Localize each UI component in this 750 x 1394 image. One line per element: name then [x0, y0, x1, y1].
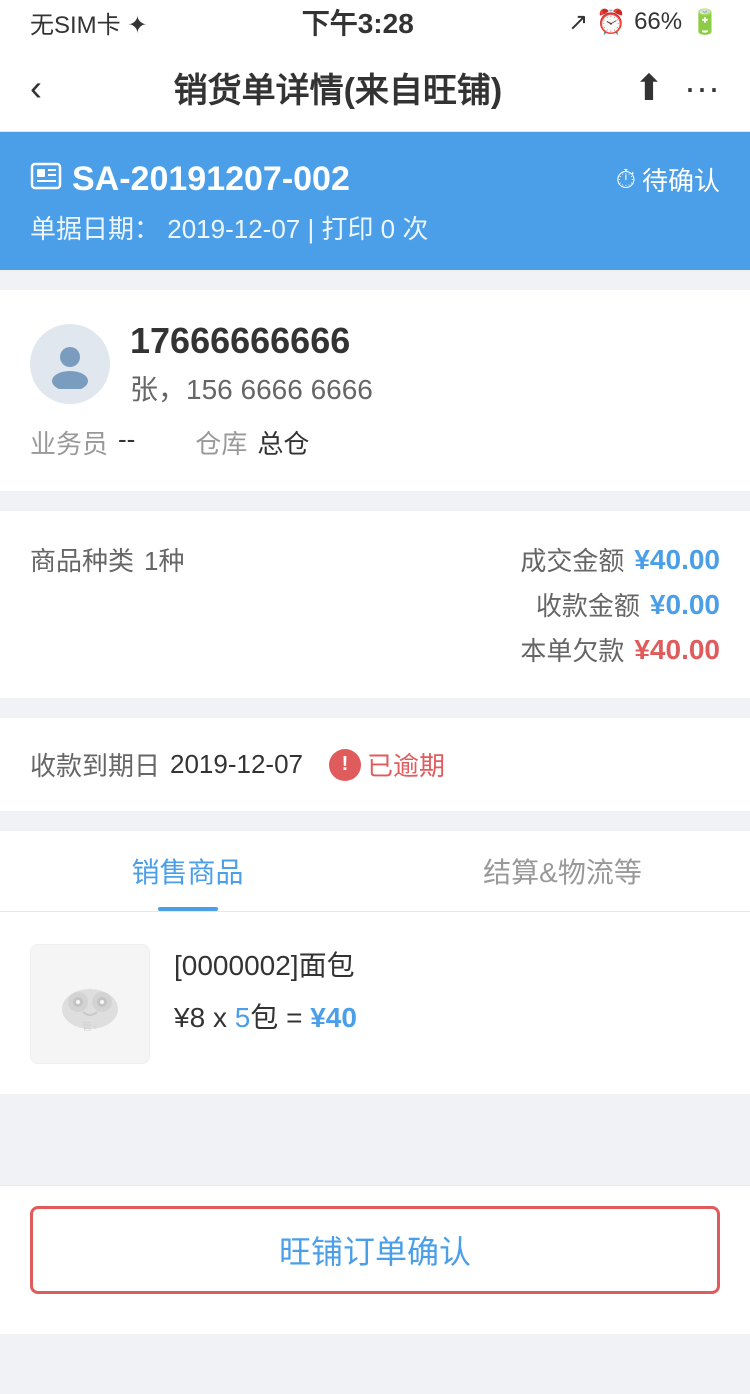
battery-icon: 🔋	[690, 8, 720, 37]
customer-phone: 17666666666	[130, 320, 373, 362]
customer-section: 17666666666 张，156 6666 6666 业务员 -- 仓库 总仓	[0, 290, 750, 491]
summary-right: 成交金额 ¥40.00 收款金额 ¥0.00 本单欠款 ¥40.00	[520, 541, 720, 668]
product-type-label: 商品种类	[30, 541, 134, 578]
bottom-bar: 旺铺订单确认	[0, 1185, 750, 1334]
deal-amount-label: 成交金额	[520, 541, 624, 578]
order-status: ⏱ 待确认	[616, 161, 720, 198]
location-icon: ↗	[568, 8, 588, 37]
product-name: [0000002]面包	[174, 944, 720, 984]
warehouse: 仓库 总仓	[195, 424, 309, 461]
order-header: SA-20191207-002 ⏱ 待确认 单据日期： 2019-12-07 |…	[0, 132, 750, 270]
sales-person: 业务员 --	[30, 424, 135, 461]
product-info: [0000002]面包 ¥8 x 5包 = ¥40	[174, 944, 720, 1036]
product-thumbnail: 管+	[30, 944, 150, 1064]
deal-amount-row: 成交金额 ¥40.00	[520, 541, 720, 578]
summary-left: 商品种类 1种	[30, 541, 184, 578]
product-item: 管+ [0000002]面包 ¥8 x 5包 = ¥40	[0, 914, 750, 1094]
status-bar: 无SIM卡 ✦ 下午3:28 ↗ ⏰ 66% 🔋	[0, 0, 750, 44]
nav-bar: ‹ 销货单详情(来自旺铺) ⬆ ···	[0, 44, 750, 132]
svg-text:管+: 管+	[82, 1020, 98, 1033]
tabs-header: 销售商品 结算&物流等	[0, 831, 750, 912]
overdue-badge: ! 已逾期	[329, 746, 445, 783]
status-time: 下午3:28	[302, 2, 414, 42]
nav-left[interactable]: ‹	[30, 67, 42, 109]
clock-icon: ⏱	[616, 164, 636, 196]
order-id-icon	[30, 160, 62, 199]
tab-sales-products[interactable]: 销售商品	[0, 831, 375, 911]
product-qty: 5	[235, 1002, 251, 1033]
owed-amount-row: 本单欠款 ¥40.00	[520, 631, 720, 668]
received-amount-value: ¥0.00	[650, 589, 720, 621]
received-amount-label: 收款金额	[536, 586, 640, 623]
order-id-row: SA-20191207-002 ⏱ 待确认	[30, 160, 720, 199]
due-date-label: 收款到期日	[30, 746, 160, 783]
warehouse-value: 总仓	[257, 424, 309, 461]
overdue-text: 已逾期	[367, 746, 445, 783]
customer-meta: 业务员 -- 仓库 总仓	[30, 424, 720, 461]
sales-value: --	[118, 424, 135, 461]
owed-amount-label: 本单欠款	[520, 631, 624, 668]
status-right: ↗ ⏰ 66% 🔋	[568, 8, 720, 37]
customer-name: 张，156 6666 6666	[130, 368, 373, 408]
deal-amount-value: ¥40.00	[634, 544, 720, 576]
sales-label: 业务员	[30, 424, 108, 461]
confirm-order-button[interactable]: 旺铺订单确认	[30, 1206, 720, 1294]
due-section: 收款到期日 2019-12-07 ! 已逾期	[0, 718, 750, 811]
status-left: 无SIM卡 ✦	[30, 5, 147, 40]
owed-amount-value: ¥40.00	[634, 634, 720, 666]
summary-section: 商品种类 1种 成交金额 ¥40.00 收款金额 ¥0.00 本单欠款 ¥40.…	[0, 511, 750, 698]
customer-avatar	[30, 324, 110, 404]
customer-info: 17666666666 张，156 6666 6666	[130, 320, 373, 408]
order-date: 单据日期： 2019-12-07 | 打印 0 次	[30, 209, 720, 246]
product-total: ¥40	[310, 1002, 357, 1033]
product-type-value: 1种	[144, 541, 184, 578]
tab-settlement-logistics[interactable]: 结算&物流等	[375, 831, 750, 911]
overdue-icon: !	[329, 749, 361, 781]
order-id: SA-20191207-002	[30, 160, 350, 199]
back-button[interactable]: ‹	[30, 67, 42, 109]
warehouse-label: 仓库	[195, 424, 247, 461]
due-date-value: 2019-12-07	[170, 749, 303, 780]
tabs-section: 销售商品 结算&物流等 管+ [0000002]面包	[0, 831, 750, 1094]
customer-row: 17666666666 张，156 6666 6666	[30, 320, 720, 408]
nav-title: 销货单详情(来自旺铺)	[174, 63, 503, 112]
sim-status: 无SIM卡 ✦	[30, 5, 147, 40]
battery-level: 66%	[634, 8, 682, 36]
received-amount-row: 收款金额 ¥0.00	[536, 586, 720, 623]
nav-right[interactable]: ⬆ ···	[634, 67, 720, 109]
alarm-icon: ⏰	[596, 8, 626, 37]
product-type-item: 商品种类 1种	[30, 541, 184, 578]
product-price: ¥8 x 5包 = ¥40	[174, 996, 720, 1036]
share-button[interactable]: ⬆	[634, 67, 664, 109]
more-button[interactable]: ···	[684, 67, 720, 109]
